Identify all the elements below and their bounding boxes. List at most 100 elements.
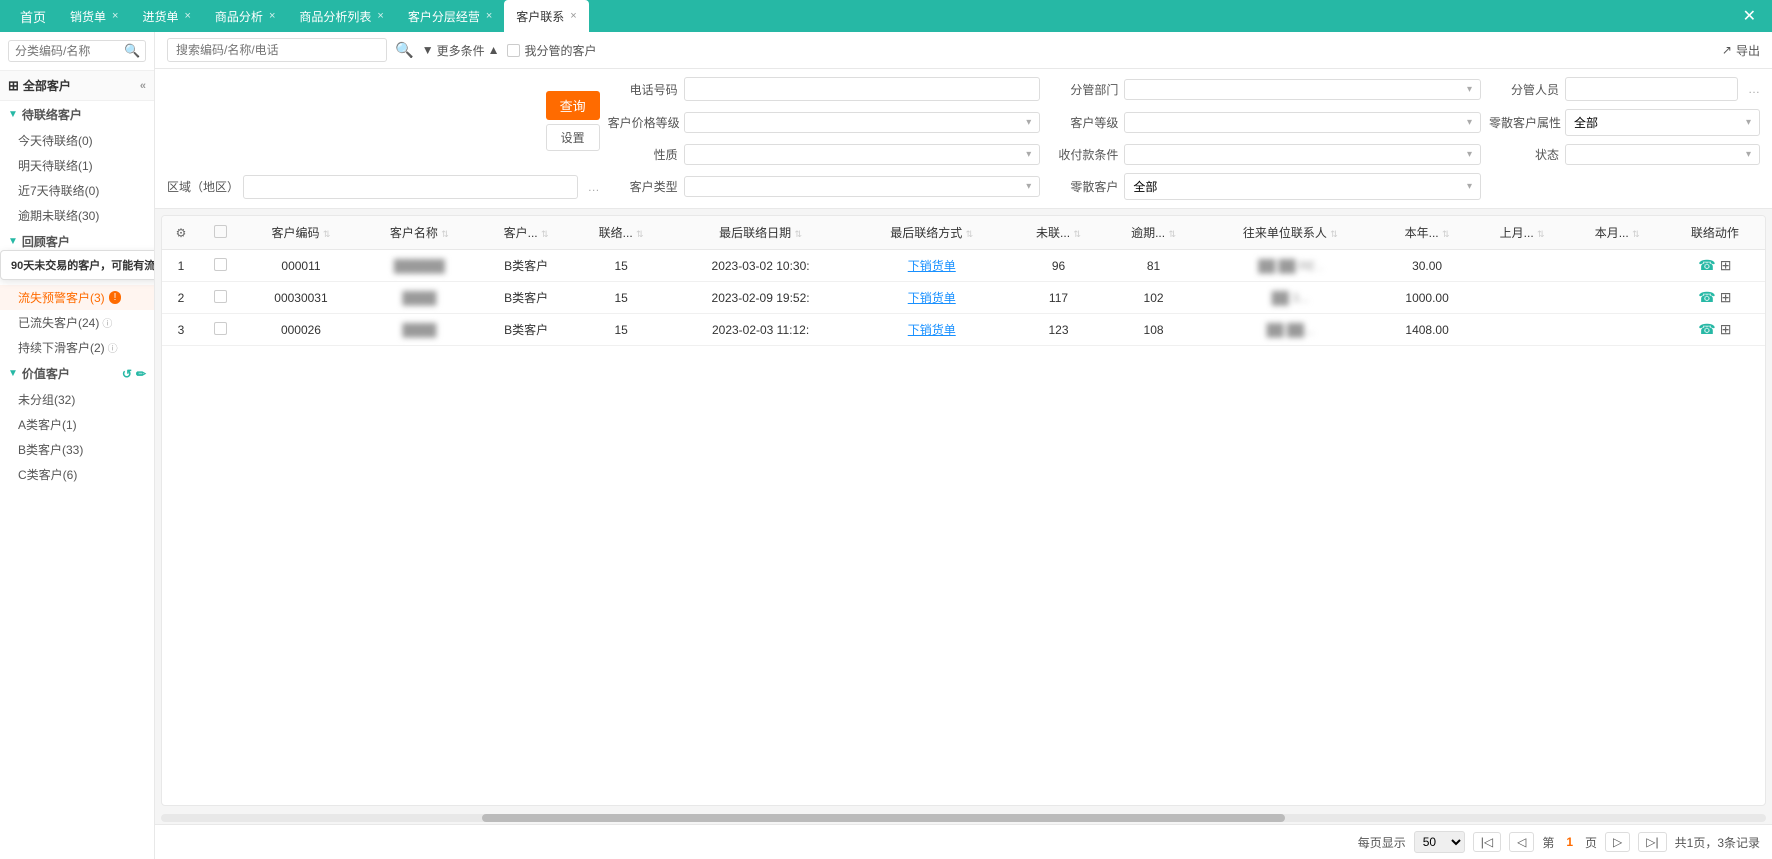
sort-this-month-icon[interactable]: ⇅ xyxy=(1632,229,1640,239)
horizontal-scrollbar[interactable] xyxy=(155,812,1772,824)
search-input[interactable] xyxy=(167,38,387,62)
cell-last-method-2: 下销货单 xyxy=(853,282,1011,314)
sidebar-item-overdue-contact[interactable]: 逾期未联络(30) xyxy=(0,203,154,228)
my-customers-checkbox[interactable] xyxy=(507,44,520,57)
cell-last-date-2: 2023-02-09 19:52: xyxy=(669,282,853,314)
sidebar-item-churned[interactable]: 已流失客户(24) ⓘ xyxy=(0,310,154,335)
nature-select[interactable]: ▾ xyxy=(684,144,1041,165)
close-product-analysis-tab[interactable]: × xyxy=(269,10,275,22)
more-conditions-btn[interactable]: ▼ 更多条件 ▲ xyxy=(422,42,500,59)
sort-code-icon[interactable]: ⇅ xyxy=(323,229,331,239)
cell-checkbox-3 xyxy=(200,314,242,346)
payment-select[interactable]: ▾ xyxy=(1124,144,1481,165)
sidebar-item-7days[interactable]: 近7天待联络(0) xyxy=(0,178,154,203)
close-customer-layers-tab[interactable]: × xyxy=(486,10,492,22)
row-checkbox-3[interactable] xyxy=(214,322,227,335)
close-purchase-tab[interactable]: × xyxy=(184,10,190,22)
row-checkbox-2[interactable] xyxy=(214,290,227,303)
row-checkbox-1[interactable] xyxy=(214,258,227,271)
tab-product-list[interactable]: 商品分析列表 × xyxy=(287,0,395,32)
sidebar-item-declining[interactable]: 持续下滑客户(2) ⓘ xyxy=(0,335,154,360)
sort-last-method-icon[interactable]: ⇅ xyxy=(966,229,974,239)
person-input[interactable] xyxy=(1565,77,1738,101)
sort-overdue-icon[interactable]: ⇅ xyxy=(1168,229,1176,239)
sidebar-item-tomorrow[interactable]: 明天待联络(1) xyxy=(0,153,154,178)
close-sales-tab[interactable]: × xyxy=(112,10,118,22)
last-method-link-1[interactable]: 下销货单 xyxy=(908,259,956,273)
region-input[interactable] xyxy=(243,175,578,199)
sort-this-year-icon[interactable]: ⇅ xyxy=(1442,229,1450,239)
sparse-customer-select[interactable]: 全部 ▾ xyxy=(1124,173,1481,200)
last-method-link-3[interactable]: 下销货单 xyxy=(908,323,956,337)
section-review-customers[interactable]: ▼ 回顾客户 90天未交易的客户，可能有流失风险。 xyxy=(0,228,154,255)
sort-last-month-icon[interactable]: ⇅ xyxy=(1537,229,1545,239)
dept-select[interactable]: ▾ xyxy=(1124,79,1481,100)
status-label: 状态 xyxy=(1489,146,1559,163)
cell-last-method-3: 下销货单 xyxy=(853,314,1011,346)
cell-checkbox-1 xyxy=(200,250,242,282)
collapse-icon[interactable]: « xyxy=(140,80,146,92)
close-customer-contact-tab[interactable]: × xyxy=(570,10,576,22)
sidebar-item-today[interactable]: 今天待联络(0) xyxy=(0,128,154,153)
grid-icon-2[interactable]: ⊞ xyxy=(1720,289,1732,306)
contact-icon-3[interactable]: ☎ xyxy=(1698,321,1715,338)
customers-table: ⚙ 客户编码 ⇅ 客户名称 ⇅ xyxy=(162,216,1765,346)
tab-home[interactable]: 首页 xyxy=(8,7,58,26)
phone-input[interactable] xyxy=(684,77,1041,101)
grid-icon-3[interactable]: ⊞ xyxy=(1720,321,1732,338)
table-settings-icon[interactable]: ⚙ xyxy=(176,226,187,240)
query-button[interactable]: 查询 xyxy=(546,91,600,120)
section-pending-contact[interactable]: ▼ 待联络客户 xyxy=(0,101,154,128)
tab-sales[interactable]: 销货单 × xyxy=(58,0,130,32)
sort-type-icon[interactable]: ⇅ xyxy=(541,229,549,239)
tab-product-analysis[interactable]: 商品分析 × xyxy=(203,0,287,32)
prev-page-button[interactable]: ◁ xyxy=(1509,832,1534,852)
section-value-customers[interactable]: ▼ 价值客户 ↺ ✏ xyxy=(0,360,154,387)
tab-purchase[interactable]: 进货单 × xyxy=(130,0,202,32)
last-page-button[interactable]: ▷| xyxy=(1638,832,1666,852)
contact-icon-1[interactable]: ☎ xyxy=(1698,257,1715,274)
scrollbar-thumb[interactable] xyxy=(482,814,1285,822)
per-page-select[interactable]: 50 20 100 xyxy=(1414,831,1465,853)
sidebar-item-class-c[interactable]: C类客户(6) xyxy=(0,462,154,487)
sort-not-contact-icon[interactable]: ⇅ xyxy=(1073,229,1081,239)
sidebar-item-churn-warning[interactable]: 流失预警客户(3) ! xyxy=(0,285,154,310)
my-customers-toggle[interactable]: 我分管的客户 xyxy=(507,42,596,59)
value-refresh-icon[interactable]: ↺ xyxy=(122,367,132,381)
close-product-list-tab[interactable]: × xyxy=(377,10,383,22)
sort-name-icon[interactable]: ⇅ xyxy=(441,229,449,239)
churned-help-icon[interactable]: ⓘ xyxy=(102,315,112,330)
customer-level-select[interactable]: ▾ xyxy=(1124,112,1481,133)
sidebar-item-class-b[interactable]: B类客户(33) xyxy=(0,437,154,462)
value-edit-icon[interactable]: ✏ xyxy=(136,367,146,381)
person-ellipsis[interactable]: … xyxy=(1748,82,1760,96)
first-page-button[interactable]: |◁ xyxy=(1473,832,1501,852)
next-page-button[interactable]: ▷ xyxy=(1605,832,1630,852)
sidebar-item-class-a[interactable]: A类客户(1) xyxy=(0,412,154,437)
region-ellipsis[interactable]: … xyxy=(588,180,600,194)
sort-contact-count-icon[interactable]: ⇅ xyxy=(636,229,644,239)
all-customers-header[interactable]: ⊞ 全部客户 « xyxy=(0,71,154,101)
declining-help-icon[interactable]: ⓘ xyxy=(108,340,118,355)
settings-button[interactable]: 设置 xyxy=(546,124,600,151)
price-level-select[interactable]: ▾ xyxy=(684,112,1041,133)
sidebar-item-ungrouped[interactable]: 未分组(32) xyxy=(0,387,154,412)
sparse-attr-select[interactable]: 全部 ▾ xyxy=(1565,109,1760,136)
col-header-settings[interactable]: ⚙ xyxy=(162,216,200,250)
contact-icon-2[interactable]: ☎ xyxy=(1698,289,1715,306)
price-level-label: 客户价格等级 xyxy=(608,114,678,131)
customer-type-select[interactable]: ▾ xyxy=(684,176,1041,197)
sidebar-search-icon[interactable]: 🔍 xyxy=(124,43,140,59)
status-select[interactable]: ▾ xyxy=(1565,144,1760,165)
export-button[interactable]: ↗ 导出 xyxy=(1722,42,1760,59)
select-all-checkbox[interactable] xyxy=(214,225,227,238)
filter-search-icon[interactable]: 🔍 xyxy=(395,41,414,59)
last-method-link-2[interactable]: 下销货单 xyxy=(908,291,956,305)
tab-customer-contact[interactable]: 客户联系 × xyxy=(504,0,588,32)
window-close-button[interactable]: ✕ xyxy=(1735,6,1764,26)
sort-last-date-icon[interactable]: ⇅ xyxy=(794,229,802,239)
sort-contact-person-icon[interactable]: ⇅ xyxy=(1330,229,1338,239)
tab-customer-layers[interactable]: 客户分层经营 × xyxy=(396,0,504,32)
grid-icon-1[interactable]: ⊞ xyxy=(1720,257,1732,274)
col-header-contact-person: 往来单位联系人 ⇅ xyxy=(1201,216,1380,250)
